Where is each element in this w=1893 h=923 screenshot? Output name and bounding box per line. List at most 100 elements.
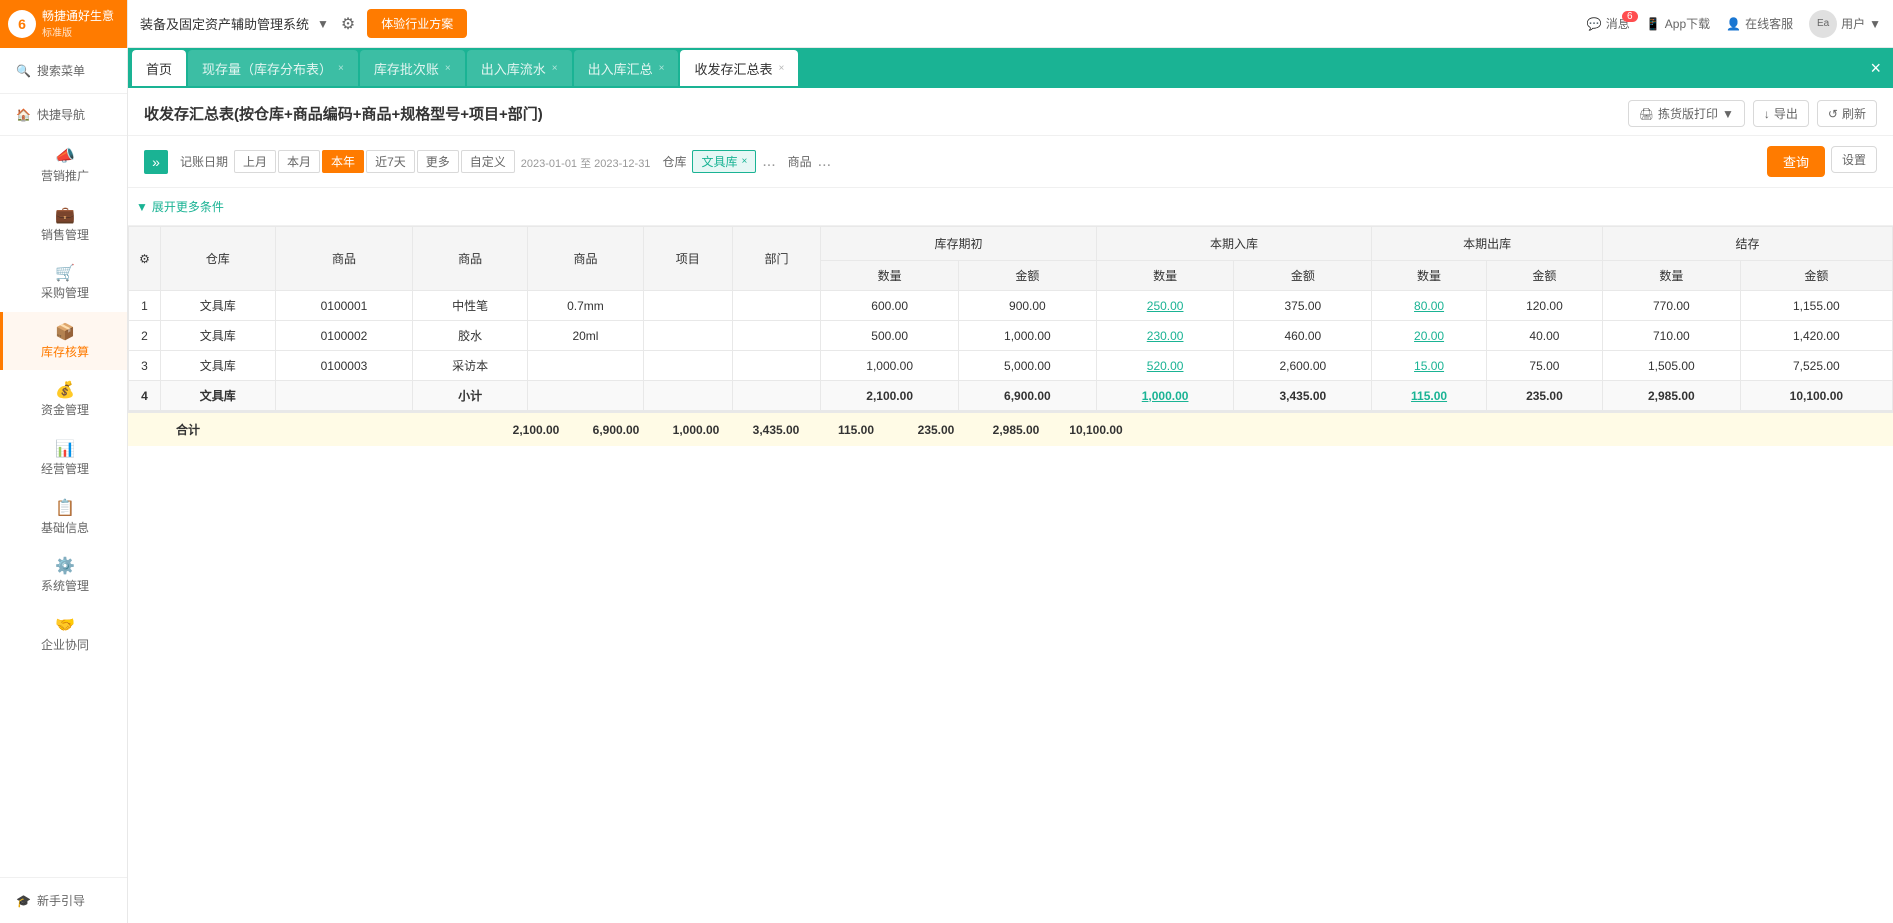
col-close-qty-header: 数量 [1602, 261, 1740, 291]
product-label: 商品 [788, 153, 812, 170]
warehouse-more-dots[interactable]: ... [762, 153, 775, 171]
online-service-action[interactable]: 👤 在线客服 [1726, 15, 1793, 32]
sidebar-item-basic-info[interactable]: 📋 基础信息 [0, 488, 127, 547]
search-menu-button[interactable]: 🔍 搜索菜单 [8, 56, 119, 85]
col-in-qty-header: 数量 [1096, 261, 1234, 291]
header-left: 装备及固定资产辅助管理系统 ▼ ⚙ 体验行业方案 [140, 9, 467, 38]
date-range: 2023-01-01 至 2023-12-31 [521, 155, 651, 171]
sidebar-item-marketing[interactable]: 📣 营销推广 [0, 136, 127, 195]
filter-toggle-button[interactable]: » [144, 150, 168, 174]
link-value[interactable]: 230.00 [1147, 329, 1184, 343]
link-value[interactable]: 80.00 [1414, 299, 1444, 313]
sidebar-item-purchase[interactable]: 🛒 采购管理 [0, 253, 127, 312]
operations-icon: 📊 [55, 439, 75, 459]
warehouse-tag-close[interactable]: × [741, 156, 747, 167]
quick-nav-button[interactable]: 🏠 快捷导航 [8, 100, 119, 129]
link-value[interactable]: 115.00 [1411, 389, 1447, 403]
guide-button[interactable]: 🎓 新手引导 [8, 886, 119, 915]
main-area: 装备及固定资产辅助管理系统 ▼ ⚙ 体验行业方案 💬 消息 6 📱 App下载 … [128, 0, 1893, 923]
link-value[interactable]: 15.00 [1414, 359, 1444, 373]
row-in-qty[interactable]: 520.00 [1096, 351, 1234, 381]
tab-batch-account[interactable]: 库存批次账 × [360, 50, 465, 86]
query-button[interactable]: 查询 [1767, 146, 1825, 177]
link-value[interactable]: 1,000.00 [1142, 389, 1189, 403]
table-row: 2文具库0100002胶水20ml500.001,000.00230.00460… [129, 321, 1893, 351]
expand-conditions-button[interactable]: ▼ 展开更多条件 [128, 194, 232, 219]
link-value[interactable]: 520.00 [1147, 359, 1184, 373]
tab-home[interactable]: 首页 [132, 50, 186, 86]
sidebar-item-label: 基础信息 [41, 521, 89, 537]
row-open-qty: 1,000.00 [821, 351, 959, 381]
tab-close-icon[interactable]: × [338, 63, 344, 74]
export-button[interactable]: ↓ 导出 [1753, 100, 1809, 127]
refresh-button[interactable]: ↺ 刷新 [1817, 100, 1877, 127]
warehouse-filter-group: 仓库 文具库 × ... [662, 150, 775, 173]
sidebar-item-collaboration[interactable]: 🤝 企业协同 [0, 605, 127, 664]
row-in-qty[interactable]: 1,000.00 [1096, 381, 1234, 411]
tab-recv-send-summary[interactable]: 收发存汇总表 × [680, 50, 798, 86]
row-in-qty[interactable]: 250.00 [1096, 291, 1234, 321]
row-spec: 20ml [527, 321, 643, 351]
table-row: 4文具库小计2,100.006,900.001,000.003,435.0011… [129, 381, 1893, 411]
link-value[interactable]: 20.00 [1414, 329, 1444, 343]
row-out-qty[interactable]: 80.00 [1372, 291, 1487, 321]
row-name: 胶水 [413, 321, 528, 351]
row-project [643, 381, 732, 411]
tab-bar-close-button[interactable]: × [1862, 58, 1889, 79]
print-icon: 🖨 [1639, 107, 1654, 121]
trial-button[interactable]: 体验行业方案 [367, 9, 467, 38]
sidebar-item-sales[interactable]: 💼 销售管理 [0, 195, 127, 254]
tab-close-icon[interactable]: × [552, 63, 558, 74]
footer-out-qty: 115.00 [816, 423, 896, 437]
row-code: 0100003 [275, 351, 413, 381]
logo-icon: 6 [8, 10, 36, 38]
date-btn-custom[interactable]: 自定义 [461, 150, 515, 173]
row-open-amt: 5,000.00 [959, 351, 1097, 381]
sidebar-item-operations[interactable]: 📊 经营管理 [0, 429, 127, 488]
user-action[interactable]: Ea 用户 ▼ [1809, 10, 1881, 38]
date-btn-more[interactable]: 更多 [417, 150, 459, 173]
purchase-icon: 🛒 [55, 263, 75, 283]
sidebar-item-system[interactable]: ⚙️ 系统管理 [0, 546, 127, 605]
col-settings-header[interactable]: ⚙ [129, 227, 161, 291]
row-out-qty[interactable]: 15.00 [1372, 351, 1487, 381]
product-more-dots[interactable]: ... [818, 153, 831, 171]
row-warehouse: 文具库 [161, 381, 276, 411]
table-footer: 合计 2,100.00 6,900.00 1,000.00 3,435.00 1… [128, 411, 1893, 446]
app-download-action[interactable]: 📱 App下载 [1646, 15, 1710, 32]
col-project-header: 项目 [643, 227, 732, 291]
date-btn-this-month[interactable]: 本月 [278, 150, 320, 173]
sidebar-item-label: 系统管理 [41, 579, 89, 595]
date-btn-last-7-days[interactable]: 近7天 [366, 150, 415, 173]
warehouse-tag: 文具库 × [692, 150, 756, 173]
search-icon: 🔍 [16, 64, 31, 78]
row-out-qty[interactable]: 20.00 [1372, 321, 1487, 351]
tab-inout-flow[interactable]: 出入库流水 × [467, 50, 572, 86]
message-action[interactable]: 💬 消息 6 [1587, 15, 1630, 32]
tab-close-icon[interactable]: × [445, 63, 451, 74]
footer-out-amt: 235.00 [896, 423, 976, 437]
print-button[interactable]: 🖨 拣货版打印 ▼ [1628, 100, 1745, 127]
settings-button[interactable]: ⚙ [337, 10, 359, 38]
tab-close-icon[interactable]: × [778, 63, 784, 74]
sidebar-item-inventory[interactable]: 📦 库存核算 [0, 312, 127, 371]
row-out-qty[interactable]: 115.00 [1372, 381, 1487, 411]
tab-stock-distribution[interactable]: 现存量（库存分布表） × [188, 50, 358, 86]
setup-button[interactable]: 设置 [1831, 146, 1877, 173]
system-dropdown[interactable]: ▼ [317, 17, 329, 31]
sidebar-item-finance[interactable]: 💰 资金管理 [0, 370, 127, 429]
date-btn-this-year[interactable]: 本年 [322, 150, 364, 173]
logo-text: 畅捷通好生意 标准版 [42, 9, 114, 40]
basic-info-icon: 📋 [55, 498, 75, 518]
footer-open-qty: 2,100.00 [496, 423, 576, 437]
sidebar-item-label: 库存核算 [41, 345, 89, 361]
row-in-qty[interactable]: 230.00 [1096, 321, 1234, 351]
row-code: 0100002 [275, 321, 413, 351]
col-closing-header: 结存 [1602, 227, 1892, 261]
tab-close-icon[interactable]: × [659, 63, 665, 74]
date-btn-last-month[interactable]: 上月 [234, 150, 276, 173]
page-content: 收发存汇总表(按仓库+商品编码+商品+规格型号+项目+部门) 🖨 拣货版打印 ▼… [128, 88, 1893, 923]
link-value[interactable]: 250.00 [1147, 299, 1184, 313]
tab-inout-summary[interactable]: 出入库汇总 × [574, 50, 679, 86]
sidebar: 6 畅捷通好生意 标准版 🔍 搜索菜单 🏠 快捷导航 📣 营销推广 💼 销售管理… [0, 0, 128, 923]
